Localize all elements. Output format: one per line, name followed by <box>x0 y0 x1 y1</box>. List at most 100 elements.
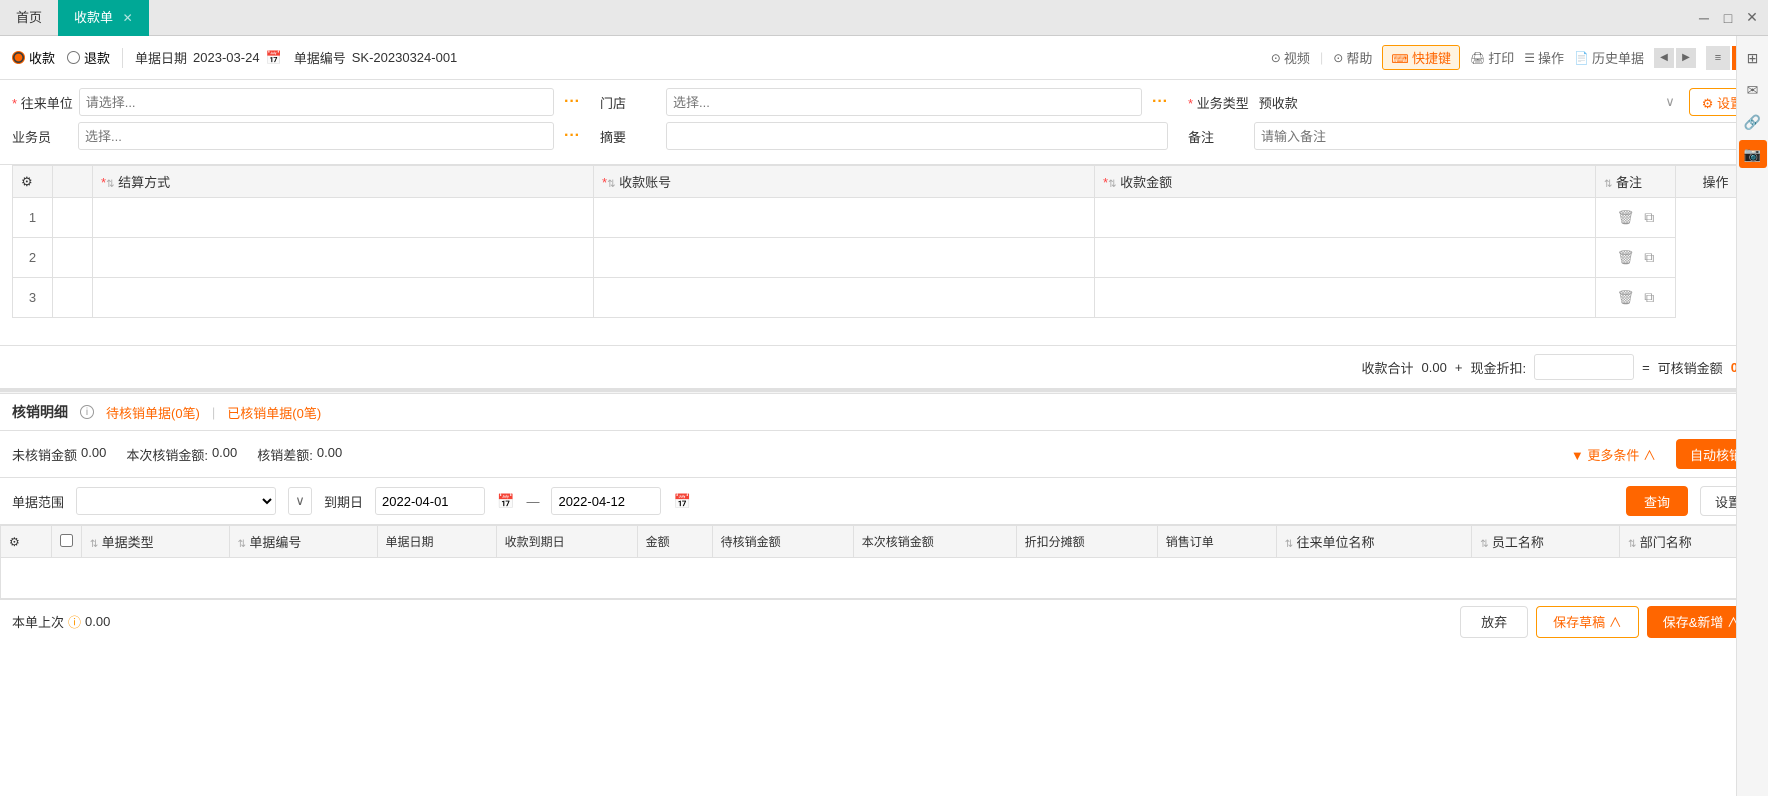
completed-tab[interactable]: 已核销单据(0笔) <box>227 403 321 422</box>
bcol-sales-order: 销售订单 <box>1157 526 1276 558</box>
shortcut-link[interactable]: ⌨ 快捷键 <box>1382 45 1460 70</box>
receipt-radio[interactable] <box>12 51 25 64</box>
link-sidebar-icon[interactable]: 🔗 <box>1739 108 1767 136</box>
available-label: 可核销金额 <box>1658 358 1723 377</box>
minimize-button[interactable]: ─ <box>1696 10 1712 26</box>
cell-account-2[interactable] <box>93 238 594 278</box>
copy-row-1-icon[interactable]: ⧉ <box>1644 209 1654 225</box>
bcol-pending: 待核销金额 <box>712 526 853 558</box>
cell-settlement-2[interactable] <box>53 238 93 278</box>
col-row-num <box>53 166 93 198</box>
list-view-btn[interactable]: ≡ <box>1706 46 1730 70</box>
table-area: ⚙ *⇅ 结算方式 *⇅ 收款账号 *⇅ 收款金额 ⇅ 备注 操作 1 <box>0 165 1768 345</box>
remark-field: 备注 <box>1188 122 1756 150</box>
verify-info-icon[interactable]: i <box>80 405 94 419</box>
date-to-input[interactable] <box>551 487 661 515</box>
row-num-1: 1 <box>13 198 53 238</box>
close-button[interactable]: ✕ <box>1744 10 1760 26</box>
cell-account-1[interactable] <box>93 198 594 238</box>
bcol-gear[interactable]: ⚙ <box>1 526 52 558</box>
range-select[interactable] <box>76 487 276 515</box>
business-type-dropdown[interactable]: ∨ <box>1665 94 1675 110</box>
refund-radio-label[interactable]: 退款 <box>67 48 110 67</box>
staff-field: 业务员 ··· <box>12 122 580 150</box>
camera-sidebar-icon[interactable]: 📷 <box>1739 140 1767 168</box>
select-all-checkbox[interactable] <box>60 534 73 547</box>
calendar-icon[interactable]: 📅 <box>266 50 282 66</box>
shop-input[interactable] <box>666 88 1142 116</box>
table-row: 2 🗑 ⧉ <box>13 238 1756 278</box>
mail-sidebar-icon[interactable]: ✉ <box>1739 76 1767 104</box>
delete-row-1-icon[interactable]: 🗑 <box>1617 209 1635 225</box>
cal-from-icon[interactable]: 📅 <box>497 493 514 510</box>
bcol-doc-type[interactable]: ⇅ 单据类型 <box>81 526 229 558</box>
print-link[interactable]: 🖨 打印 <box>1470 48 1514 67</box>
toolbar-right: ⊙ 视频 | ⊙ 帮助 ⌨ 快捷键 🖨 打印 ☰ 操作 📄 历史单据 ◀ ▶ ≡… <box>1271 45 1756 70</box>
form-row-1: * 往来单位 ··· 门店 ··· * 业务类型 预收款 ∨ ⚙ 设置 <box>12 88 1756 116</box>
row-num-3: 3 <box>13 278 53 318</box>
col-settlement[interactable]: *⇅ 结算方式 <box>93 166 594 198</box>
col-remark[interactable]: ⇅ 备注 <box>1596 166 1676 198</box>
range-dropdown-btn[interactable]: ∨ <box>288 487 312 515</box>
bcol-checkbox[interactable] <box>51 526 81 558</box>
maximize-button[interactable]: □ <box>1720 10 1736 26</box>
cell-amount-1[interactable] <box>594 198 1095 238</box>
date-field: 单据日期 2023-03-24 📅 <box>135 48 282 67</box>
cell-remark-1[interactable] <box>1095 198 1596 238</box>
bcol-staff-name[interactable]: ⇅ 员工名称 <box>1472 526 1620 558</box>
form-row-2: 业务员 ··· 摘要 备注 <box>12 122 1756 150</box>
abandon-button[interactable]: 放弃 <box>1460 606 1528 638</box>
bcol-due-date: 收款到期日 <box>496 526 637 558</box>
date-value: 2023-03-24 <box>193 50 260 65</box>
history-link[interactable]: 📄 历史单据 <box>1574 48 1644 67</box>
footer-info: 本单上次 ⓘ 0.00 <box>12 612 110 631</box>
table-sidebar-icon[interactable]: ⊞ <box>1739 44 1767 72</box>
vendor-more-btn[interactable]: ··· <box>564 93 580 111</box>
col-gear[interactable]: ⚙ <box>13 166 53 198</box>
pending-tab[interactable]: 待核销单据(0笔) <box>106 403 200 422</box>
save-draft-button[interactable]: 保存草稿 ∧ <box>1536 606 1639 638</box>
shop-field: 门店 ··· <box>600 88 1168 116</box>
receipt-radio-label[interactable]: 收款 <box>12 48 55 67</box>
refund-radio[interactable] <box>67 51 80 64</box>
tab-home[interactable]: 首页 <box>0 0 58 36</box>
cell-account-3[interactable] <box>93 278 594 318</box>
staff-more-btn[interactable]: ··· <box>564 127 580 145</box>
col-amount[interactable]: *⇅ 收款金额 <box>1095 166 1596 198</box>
close-tab-icon[interactable]: ✕ <box>123 11 133 25</box>
staff-input[interactable] <box>78 122 554 150</box>
bottom-table: ⚙ ⇅ 单据类型 ⇅ 单据编号 单据日期 收款到期日 金额 待核销金额 本次核销… <box>0 525 1768 599</box>
discount-input[interactable] <box>1534 354 1634 380</box>
vendor-input[interactable] <box>79 88 554 116</box>
bcol-vendor-name[interactable]: ⇅ 往来单位名称 <box>1276 526 1471 558</box>
prev-arrow[interactable]: ◀ <box>1654 48 1674 68</box>
operation-link[interactable]: ☰ 操作 <box>1524 48 1564 67</box>
date-from-input[interactable] <box>375 487 485 515</box>
next-arrow[interactable]: ▶ <box>1676 48 1696 68</box>
cell-settlement-3[interactable] <box>53 278 93 318</box>
cell-remark-2[interactable] <box>1095 238 1596 278</box>
cell-amount-3[interactable] <box>594 278 1095 318</box>
toolbar-divider-1 <box>122 48 123 68</box>
video-link[interactable]: ⊙ 视频 <box>1271 48 1310 67</box>
bcol-current: 本次核销金额 <box>853 526 1016 558</box>
more-conditions-btn[interactable]: ▼ 更多条件 ∧ <box>1571 445 1656 464</box>
col-account[interactable]: *⇅ 收款账号 <box>594 166 1095 198</box>
cell-amount-2[interactable] <box>594 238 1095 278</box>
cell-remark-3[interactable] <box>1095 278 1596 318</box>
summary-input[interactable] <box>666 122 1168 150</box>
delete-row-2-icon[interactable]: 🗑 <box>1617 249 1635 265</box>
shop-more-btn[interactable]: ··· <box>1152 93 1168 111</box>
delete-row-3-icon[interactable]: 🗑 <box>1617 289 1635 305</box>
cell-settlement-1[interactable] <box>53 198 93 238</box>
copy-row-2-icon[interactable]: ⧉ <box>1644 249 1654 265</box>
help-link[interactable]: ⊙ 帮助 <box>1333 48 1372 67</box>
tab-receipt[interactable]: 收款单 ✕ <box>58 0 149 36</box>
table-row: 1 🗑 ⧉ <box>13 198 1756 238</box>
query-button[interactable]: 查询 <box>1626 486 1688 516</box>
bcol-doc-num[interactable]: ⇅ 单据编号 <box>229 526 377 558</box>
remark-input[interactable] <box>1254 122 1756 150</box>
copy-row-3-icon[interactable]: ⧉ <box>1644 289 1654 305</box>
cal-to-icon[interactable]: 📅 <box>673 493 690 510</box>
footer-info-icon[interactable]: ⓘ <box>68 612 81 631</box>
